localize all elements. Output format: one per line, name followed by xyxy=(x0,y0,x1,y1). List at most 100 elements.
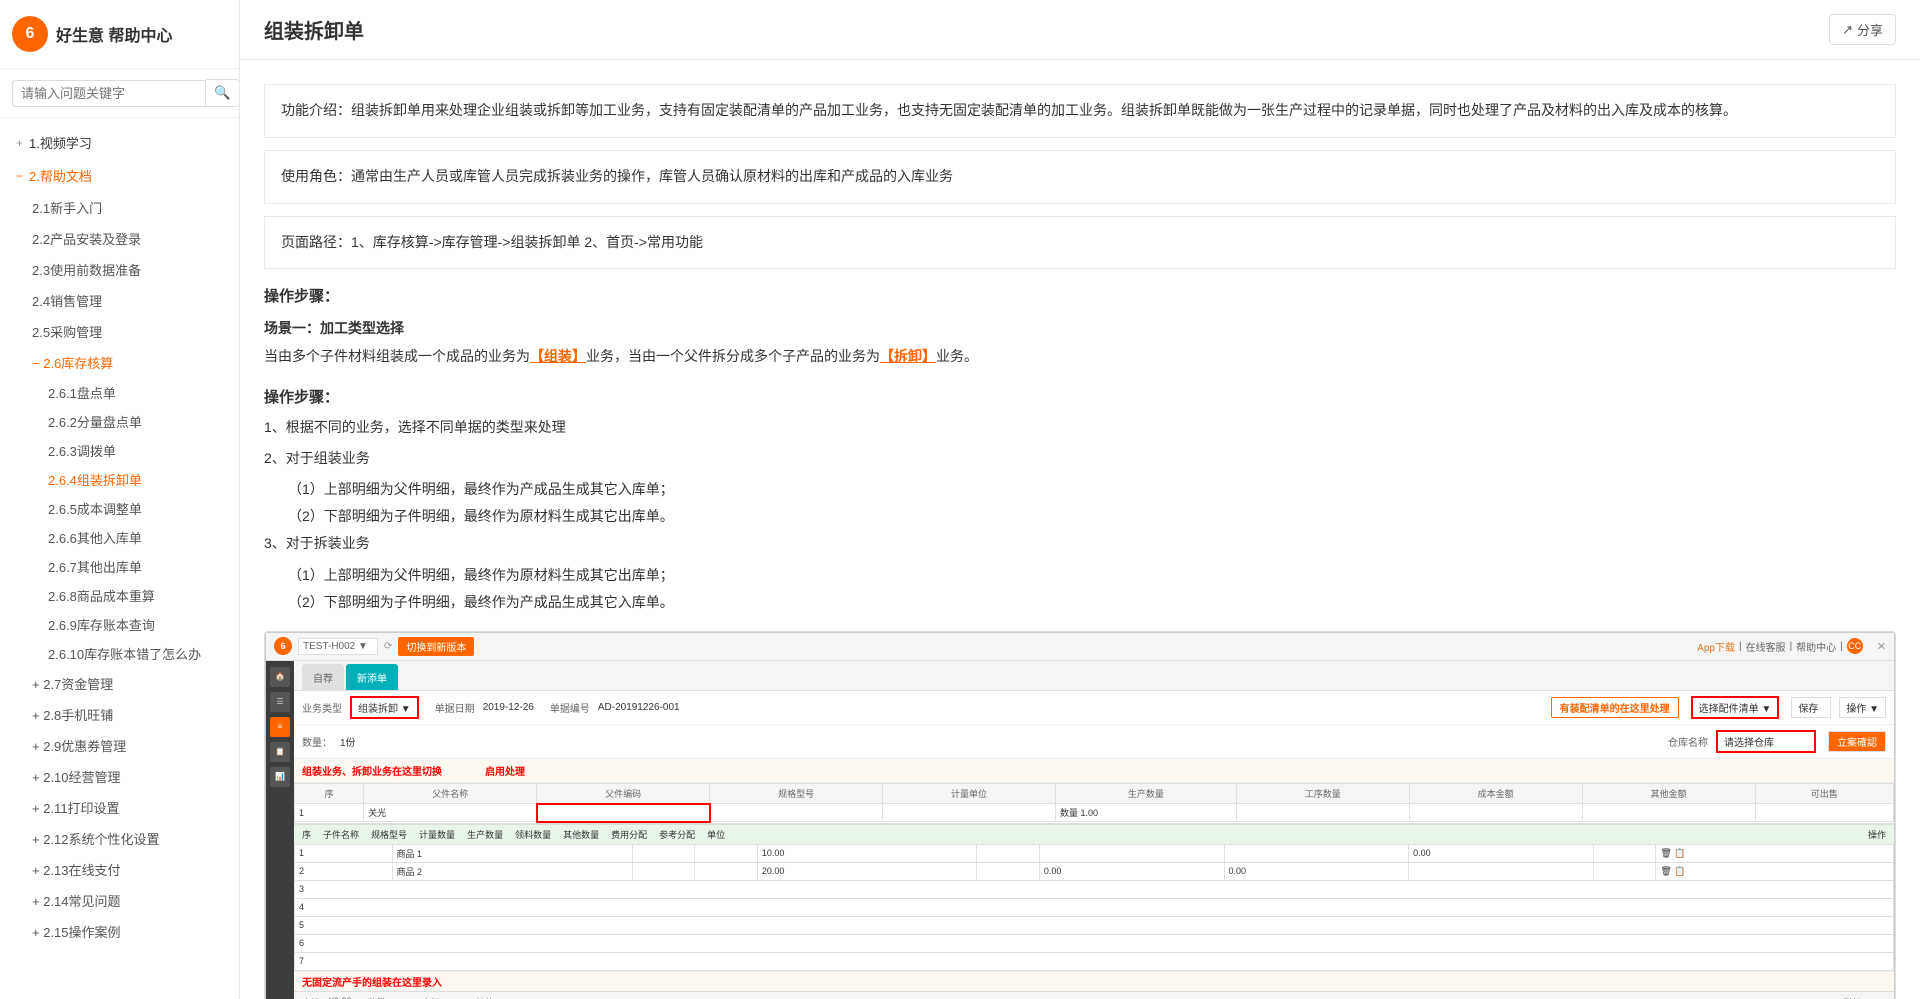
date-label: 单据日期 xyxy=(435,700,475,715)
app-logo-icon: 6 xyxy=(274,637,292,655)
search-icon: 🔍 xyxy=(214,85,231,100)
sidebar-icon-menu2[interactable]: ≡ xyxy=(270,717,290,737)
help-center-link[interactable]: 帮助中心 xyxy=(1796,639,1836,654)
sub-table-row[interactable]: 4 xyxy=(295,898,1894,916)
sub-table: 1 商品 1 10.00 0.00 xyxy=(294,844,1894,971)
sidebar-icon-menu3[interactable]: 📋 xyxy=(270,742,290,762)
step-3-1: （1）上部明细为父件明细，最终作为原材料生成其它出库单； xyxy=(264,563,1896,588)
sidebar-icon-menu1[interactable]: ☰ xyxy=(270,692,290,712)
sidebar-item-2-12[interactable]: + 2.12系统个性化设置 xyxy=(0,823,239,854)
has-bom-annotation: 有装配清单的在这里处理 xyxy=(1551,697,1679,718)
tab-zijian[interactable]: 自荐 xyxy=(302,664,344,690)
cc-icon: CC xyxy=(1847,638,1863,654)
app-topbar: 6 TEST-H002 ▼ ⟳ 切换到新版本 App下载 | 在线客服 | 帮助… xyxy=(266,633,1894,661)
sidebar-item-2-6-3[interactable]: 2.6.3调拨单 xyxy=(0,436,239,465)
sidebar-item-2-6-8[interactable]: 2.6.8商品成本重算 xyxy=(0,581,239,610)
step-1: 1、根据不同的业务，选择不同单据的类型来处理 xyxy=(264,415,1896,440)
scenario1-desc: 当由多个子件材料组装成一个成品的业务为【组装】业务，当由一个父件拆分成多个子产品… xyxy=(264,344,1896,369)
sub-table-row[interactable]: 2 商品 2 20.00 0.00 0.00 xyxy=(295,862,1894,880)
sidebar-item-2-14[interactable]: + 2.14常见问题 xyxy=(0,885,239,916)
sidebar-item-2-13[interactable]: + 2.13在线支付 xyxy=(0,854,239,885)
sidebar-item-2-6-5[interactable]: 2.6.5成本调整单 xyxy=(0,494,239,523)
col-parent-name: 父件名称 xyxy=(364,783,537,804)
switch-version-btn[interactable]: 切换到新版本 xyxy=(398,637,474,656)
sidebar-item-2-6-10[interactable]: 2.6.10库存账本错了怎么办 xyxy=(0,639,239,668)
sub-table-row[interactable]: 5 xyxy=(295,916,1894,934)
sidebar-item-2-6-2[interactable]: 2.6.2分量盘点单 xyxy=(0,407,239,436)
step-2-1: （1）上部明细为父件明细，最终作为产成品生成其它入库单； xyxy=(264,477,1896,502)
sidebar-item-2-6-7[interactable]: 2.6.7其他出库单 xyxy=(0,552,239,581)
action-btn1[interactable]: 保存 xyxy=(1791,697,1831,718)
no-bom-annotation: 无固定流产手的组装在这里录入 xyxy=(302,978,442,989)
sidebar-item-2-1[interactable]: 2.1新手入门 xyxy=(0,192,239,223)
sidebar-item-video[interactable]: + 1.视频学习 xyxy=(0,126,239,159)
sidebar-item-label: 1.视频学习 xyxy=(29,133,92,152)
close-icon[interactable]: ✕ xyxy=(1877,640,1886,653)
table-row[interactable]: 1 关光 数量 1.00 xyxy=(295,804,1894,822)
search-input[interactable] xyxy=(12,80,206,107)
sidebar-item-2-6-4[interactable]: 2.6.4组装拆卸单 xyxy=(0,465,239,494)
ops-title: 操作步骤： xyxy=(264,285,1896,306)
topbar-icons: App下载 | 在线客服 | 帮助中心 | CC xyxy=(1697,638,1863,654)
page-header: 组装拆卸单 ↗ 分享 xyxy=(240,0,1920,60)
page-title: 组装拆卸单 xyxy=(264,15,364,44)
parent-code-cell[interactable] xyxy=(537,804,710,822)
zuhuang-link[interactable]: 【组装】 xyxy=(530,348,586,364)
screenshot-container: 6 TEST-H002 ▼ ⟳ 切换到新版本 App下载 | 在线客服 | 帮助… xyxy=(264,631,1896,999)
billno-label: 单据编号 xyxy=(550,700,590,715)
sub-table-row[interactable]: 6 xyxy=(295,934,1894,952)
type-select[interactable]: 组装拆卸 ▼ xyxy=(350,696,419,719)
sidebar-icon-menu4[interactable]: 📊 xyxy=(270,767,290,787)
sub-table-row[interactable]: 7 xyxy=(295,952,1894,970)
sidebar-item-2-4[interactable]: 2.4销售管理 xyxy=(0,285,239,316)
sidebar-item-2-2[interactable]: 2.2产品安装及登录 xyxy=(0,223,239,254)
sidebar-item-2-6-9[interactable]: 2.6.9库存账本查询 xyxy=(0,610,239,639)
sidebar-item-2-5[interactable]: 2.5采购管理 xyxy=(0,316,239,347)
app-name: 好生意 帮助中心 xyxy=(56,22,172,46)
sidebar-item-2-9[interactable]: + 2.9优惠券管理 xyxy=(0,730,239,761)
enable-annotation: 启用处理 xyxy=(485,767,525,778)
form-row2: 数量： 1份 仓库名称 请选择仓库 立案確認 xyxy=(294,725,1894,759)
billno-value: AD-20191226-001 xyxy=(598,702,680,713)
action-btn2[interactable]: 操作 ▼ xyxy=(1839,697,1886,718)
scenario1-title: 场景一：加工类型选择 xyxy=(264,318,1896,338)
sub-table-row[interactable]: 3 xyxy=(295,880,1894,898)
sidebar-item-2-3[interactable]: 2.3使用前数据准备 xyxy=(0,254,239,285)
online-service-link[interactable]: 在线客服 xyxy=(1746,639,1786,654)
sidebar-item-2-7[interactable]: + 2.7资金管理 xyxy=(0,668,239,699)
tab-new[interactable]: 新添单 xyxy=(346,664,398,690)
confirm-btn[interactable]: 立案確認 xyxy=(1828,731,1886,752)
col-unit: 计量单位 xyxy=(883,783,1056,804)
search-button[interactable]: 🔍 xyxy=(206,79,240,107)
bom-btn[interactable]: 选择配件清单 ▼ xyxy=(1691,696,1780,719)
step-2: 2、对于组装业务 xyxy=(264,446,1896,471)
sub-table-row[interactable]: 1 商品 1 10.00 0.00 xyxy=(295,844,1894,862)
nav-list: + 1.视频学习 − 2.帮助文档 2.1新手入门 2.2产品安装及登录 2.3… xyxy=(0,118,239,955)
sidebar-item-2-6-6[interactable]: 2.6.6其他入库单 xyxy=(0,523,239,552)
sidebar-item-docs[interactable]: − 2.帮助文档 xyxy=(0,159,239,192)
sidebar-item-2-8[interactable]: + 2.8手机旺铺 xyxy=(0,699,239,730)
bottom-bar: 合计： ¥0.00 数量 0.00 金额 0.00 其他 0.00 税额 ¥0.… xyxy=(294,991,1894,999)
sidebar-item-2-11[interactable]: + 2.11打印设置 xyxy=(0,792,239,823)
sidebar: 6 好生意 帮助中心 🔍 + 1.视频学习 − 2.帮助文档 2.1新手入门 2… xyxy=(0,0,240,999)
col-produce-qty: 生产数量 xyxy=(1056,783,1237,804)
warehouse-input[interactable]: 请选择仓库 xyxy=(1716,730,1816,753)
company-select[interactable]: TEST-H002 ▼ xyxy=(298,638,378,655)
sidebar-item-2-10[interactable]: + 2.10经营管理 xyxy=(0,761,239,792)
page-content: 功能介绍：组装拆卸单用来处理企业组装或拆卸等加工业务，支持有固定装配清单的产品加… xyxy=(240,60,1920,999)
app-tabs: 自荐 新添单 xyxy=(294,661,1894,691)
sidebar-item-label: 2.帮助文档 xyxy=(29,166,92,185)
sidebar-item-2-6-1[interactable]: 2.6.1盘点单 xyxy=(0,378,239,407)
count-value: 1份 xyxy=(340,734,356,749)
sidebar-item-2-6[interactable]: − 2.6库存核算 xyxy=(0,347,239,378)
chaijian-link[interactable]: 【拆卸】 xyxy=(880,348,936,364)
path-section: 页面路径：1、库存核算->库存管理->组装拆卸单 2、首页->常用功能 xyxy=(264,216,1896,270)
app-download-link[interactable]: App下载 xyxy=(1697,639,1735,654)
form-row: 业务类型 组装拆卸 ▼ 单据日期 2019-12-26 单据编号 AD-2019… xyxy=(294,691,1894,725)
step-2-2: （2）下部明细为子件明细，最终作为原材料生成其它出库单。 xyxy=(264,504,1896,529)
share-button[interactable]: ↗ 分享 xyxy=(1829,14,1896,45)
main-table: 序 父件名称 父件编码 规格型号 计量单位 生产数量 工序数量 成本金额 其他金 xyxy=(294,783,1894,823)
sidebar-item-2-15[interactable]: + 2.15操作案例 xyxy=(0,916,239,947)
sidebar-icon-home[interactable]: 🏠 xyxy=(270,667,290,687)
role-text: 使用角色：通常由生产人员或库管人员完成拆装业务的操作，库管人员确认原材料的出库和… xyxy=(281,168,953,184)
